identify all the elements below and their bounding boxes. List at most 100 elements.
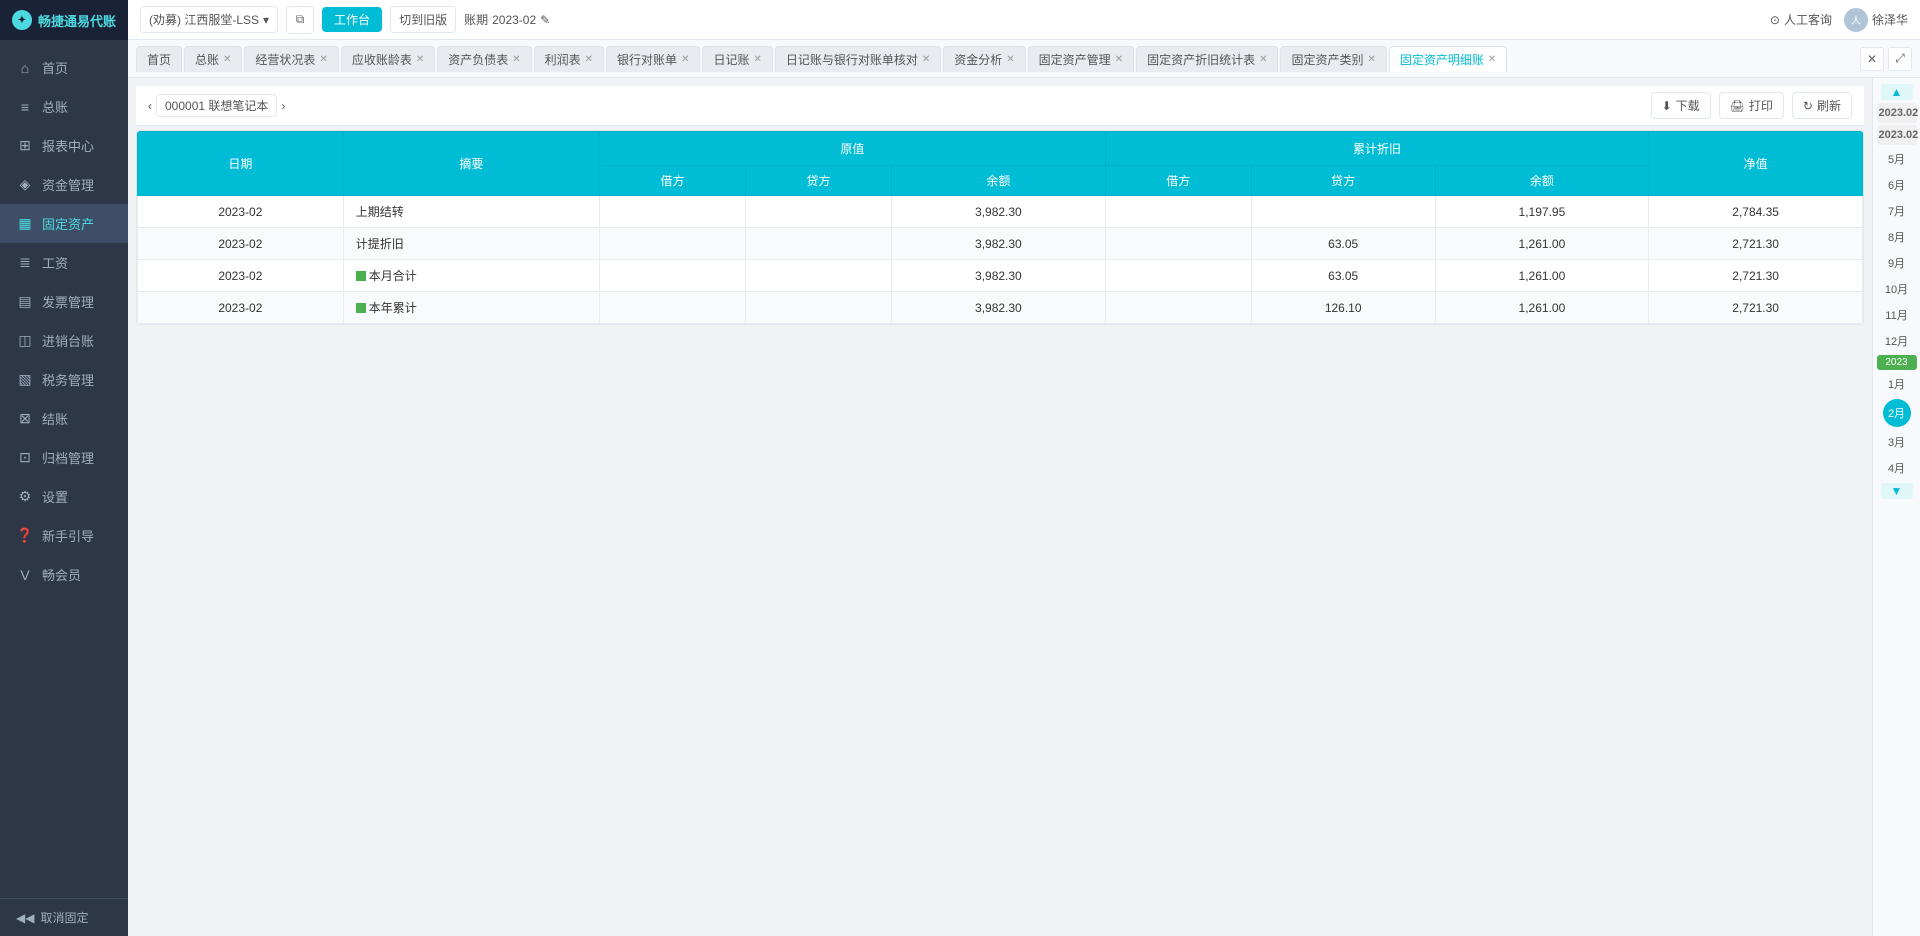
copy-button[interactable]: ⧉ <box>286 6 314 34</box>
tab-总账[interactable]: 总账✕ <box>184 46 242 72</box>
close-tab-icon[interactable]: ✕ <box>1006 54 1014 65</box>
tab-固定资产明细账[interactable]: 固定资产明细账✕ <box>1389 46 1507 72</box>
sidebar-footer-pin[interactable]: ◀◀ 取消固定 <box>0 898 128 936</box>
fixed-asset-detail-table: 日期 摘要 原值 累计折旧 净值 借方 贷方 余额 借方 贷方 余额 <box>136 130 1864 325</box>
tab-label: 利润表 <box>545 51 581 68</box>
sidebar-item-归档管理[interactable]: ⊡归档管理 <box>0 438 128 477</box>
close-tab-icon[interactable]: ✕ <box>416 54 424 65</box>
pin-icon: ◀◀ <box>16 911 34 925</box>
period-month-12月[interactable]: 12月 <box>1877 329 1917 353</box>
summary-tag: 本年累计 <box>356 299 417 316</box>
close-tab-icon[interactable]: ✕ <box>753 54 761 65</box>
user-menu[interactable]: 人 徐泽华 <box>1844 8 1908 32</box>
tab-日记账[interactable]: 日记账✕ <box>702 46 772 72</box>
sidebar-item-结账[interactable]: ⊠结账 <box>0 399 128 438</box>
tab-固定资产管理[interactable]: 固定资产管理✕ <box>1028 46 1134 72</box>
tab-银行对账单[interactable]: 银行对账单 ✕ <box>606 46 700 72</box>
sub-header: ‹ 000001 联想笔记本 › ⬇ 下载 🖨 打印 <box>136 86 1864 126</box>
sidebar-item-新手引导[interactable]: ❓ 新手引导 <box>0 516 128 555</box>
cell-desc: 本年累计 <box>343 292 599 324</box>
workbench-button[interactable]: 工作台 <box>322 7 382 32</box>
cell-accum-credit: 63.05 <box>1251 260 1435 292</box>
close-tab-icon[interactable]: ✕ <box>681 54 689 65</box>
tab-首页[interactable]: 首页 <box>136 46 182 72</box>
cell-net-value: 2,721.30 <box>1649 260 1863 292</box>
sidebar-label: 工资 <box>42 253 68 272</box>
switch-old-version-button[interactable]: 切到旧版 <box>390 6 456 33</box>
print-button[interactable]: 🖨 打印 <box>1719 92 1784 119</box>
sidebar-item-报表中心[interactable]: ⊞报表中心 <box>0 126 128 165</box>
sidebar-item-工资[interactable]: ≣工资 <box>0 243 128 282</box>
sidebar-label: 资金管理 <box>42 175 94 194</box>
period-month-8月[interactable]: 8月 <box>1877 225 1917 249</box>
cell-accum-debit <box>1105 228 1251 260</box>
period-month-1月[interactable]: 1月 <box>1877 372 1917 396</box>
sidebar-item-总账[interactable]: ≡总账 <box>0 87 128 126</box>
close-tab-icon[interactable]: ✕ <box>1368 54 1376 65</box>
close-tab-icon[interactable]: ✕ <box>512 54 520 65</box>
sidebar-label: 固定资产 <box>42 214 94 233</box>
company-selector[interactable]: (劝募) 江西服堂-LSS ▾ <box>140 6 278 33</box>
asset-name: 000001 联想笔记本 <box>156 94 277 117</box>
close-tab-icon[interactable]: ✕ <box>223 54 231 65</box>
close-tab-icon[interactable]: ✕ <box>585 54 593 65</box>
period-month-5月[interactable]: 5月 <box>1877 147 1917 171</box>
period-month-9月[interactable]: 9月 <box>1877 251 1917 275</box>
table-header-row-1: 日期 摘要 原值 累计折旧 净值 <box>138 132 1863 166</box>
company-name: (劝募) 江西服堂-LSS <box>149 11 259 28</box>
cell-date: 2023-02 <box>138 228 344 260</box>
sidebar-item-资金管理[interactable]: ◈资金管理 <box>0 165 128 204</box>
period-month-10月[interactable]: 10月 <box>1877 277 1917 301</box>
period-month-3月[interactable]: 3月 <box>1877 430 1917 454</box>
period-month-2月[interactable]: 2月 <box>1883 399 1911 427</box>
breadcrumb-next-arrow[interactable]: › <box>281 99 285 113</box>
sidebar-item-固定资产[interactable]: ▦固定资产 <box>0 204 128 243</box>
tab-固定资产类别[interactable]: 固定资产类别✕ <box>1280 46 1386 72</box>
maximize-button[interactable]: ⤢ <box>1888 47 1912 71</box>
sidebar: ✦ 畅捷通易代账 ⌂首页≡总账⊞报表中心◈资金管理▦固定资产≣工资▤发票管理◫进… <box>0 0 128 936</box>
sidebar-label: 设置 <box>42 487 68 506</box>
cell-date: 2023-02 <box>138 196 344 228</box>
tab-固定资产折旧统计表[interactable]: 固定资产折旧统计表✕ <box>1136 46 1278 72</box>
sidebar-label: 新手引导 <box>42 526 94 545</box>
tab-日记账与银行对账单核对[interactable]: 日记账与银行对账单核对✕ <box>775 46 941 72</box>
sidebar-item-发票管理[interactable]: ▤发票管理 <box>0 282 128 321</box>
sidebar-item-进销台账[interactable]: ◫进销台账 <box>0 321 128 360</box>
refresh-button[interactable]: ↻ 刷新 <box>1792 92 1852 119</box>
period-down-button[interactable]: ▼ <box>1881 483 1913 499</box>
sidebar-item-畅会员[interactable]: V畅会员 <box>0 555 128 594</box>
tab-资金分析[interactable]: 资金分析✕ <box>943 46 1025 72</box>
sidebar-item-设置[interactable]: ⚙设置 <box>0 477 128 516</box>
period-month-6月[interactable]: 6月 <box>1877 173 1917 197</box>
tab-利润表[interactable]: 利润表 ✕ <box>534 46 604 72</box>
unpin-label: 取消固定 <box>40 909 88 926</box>
tab-资产负债表[interactable]: 资产负债表✕ <box>437 46 531 72</box>
cell-orig-debit <box>599 196 745 228</box>
sidebar-item-税务管理[interactable]: ▧税务管理 <box>0 360 128 399</box>
period-up-button[interactable]: ▲ <box>1881 84 1913 100</box>
cell-orig-debit <box>599 292 745 324</box>
close-all-tabs-button[interactable]: ✕ <box>1860 47 1884 71</box>
tab-应收账龄表[interactable]: 应收账龄表✕ <box>341 46 435 72</box>
table-row: 2023-02 本年累计 3,982.30 126.10 1,261.00 2,… <box>138 292 1863 324</box>
close-tab-icon[interactable]: ✕ <box>1488 54 1496 65</box>
tab-bar: 首页总账✕经营状况表✕应收账龄表✕资产负债表✕利润表✕银行对账单✕日记账✕日记账… <box>128 40 1920 78</box>
period-header-1: 2023.02 <box>1877 103 1917 123</box>
copy-icon: ⧉ <box>296 12 305 27</box>
close-tab-icon[interactable]: ✕ <box>1115 54 1123 65</box>
close-tab-icon[interactable]: ✕ <box>922 54 930 65</box>
sidebar-item-首页[interactable]: ⌂首页 <box>0 48 128 87</box>
tab-label: 银行对账单 <box>617 51 677 68</box>
period-month-4月[interactable]: 4月 <box>1877 456 1917 480</box>
download-button[interactable]: ⬇ 下载 <box>1651 92 1711 119</box>
close-tab-icon[interactable]: ✕ <box>319 54 327 65</box>
sidebar-icon: ❓ <box>16 527 34 544</box>
period-month-7月[interactable]: 7月 <box>1877 199 1917 223</box>
summary-tag: 本月合计 <box>356 267 417 284</box>
close-tab-icon[interactable]: ✕ <box>1259 54 1267 65</box>
human-service[interactable]: ⊙ 人工客询 <box>1770 11 1832 28</box>
tab-经营状况表[interactable]: 经营状况表✕ <box>244 46 338 72</box>
breadcrumb-prev-arrow[interactable]: ‹ <box>148 99 152 113</box>
period-month-11月[interactable]: 11月 <box>1877 303 1917 327</box>
edit-period-icon[interactable]: ✎ <box>540 13 550 27</box>
